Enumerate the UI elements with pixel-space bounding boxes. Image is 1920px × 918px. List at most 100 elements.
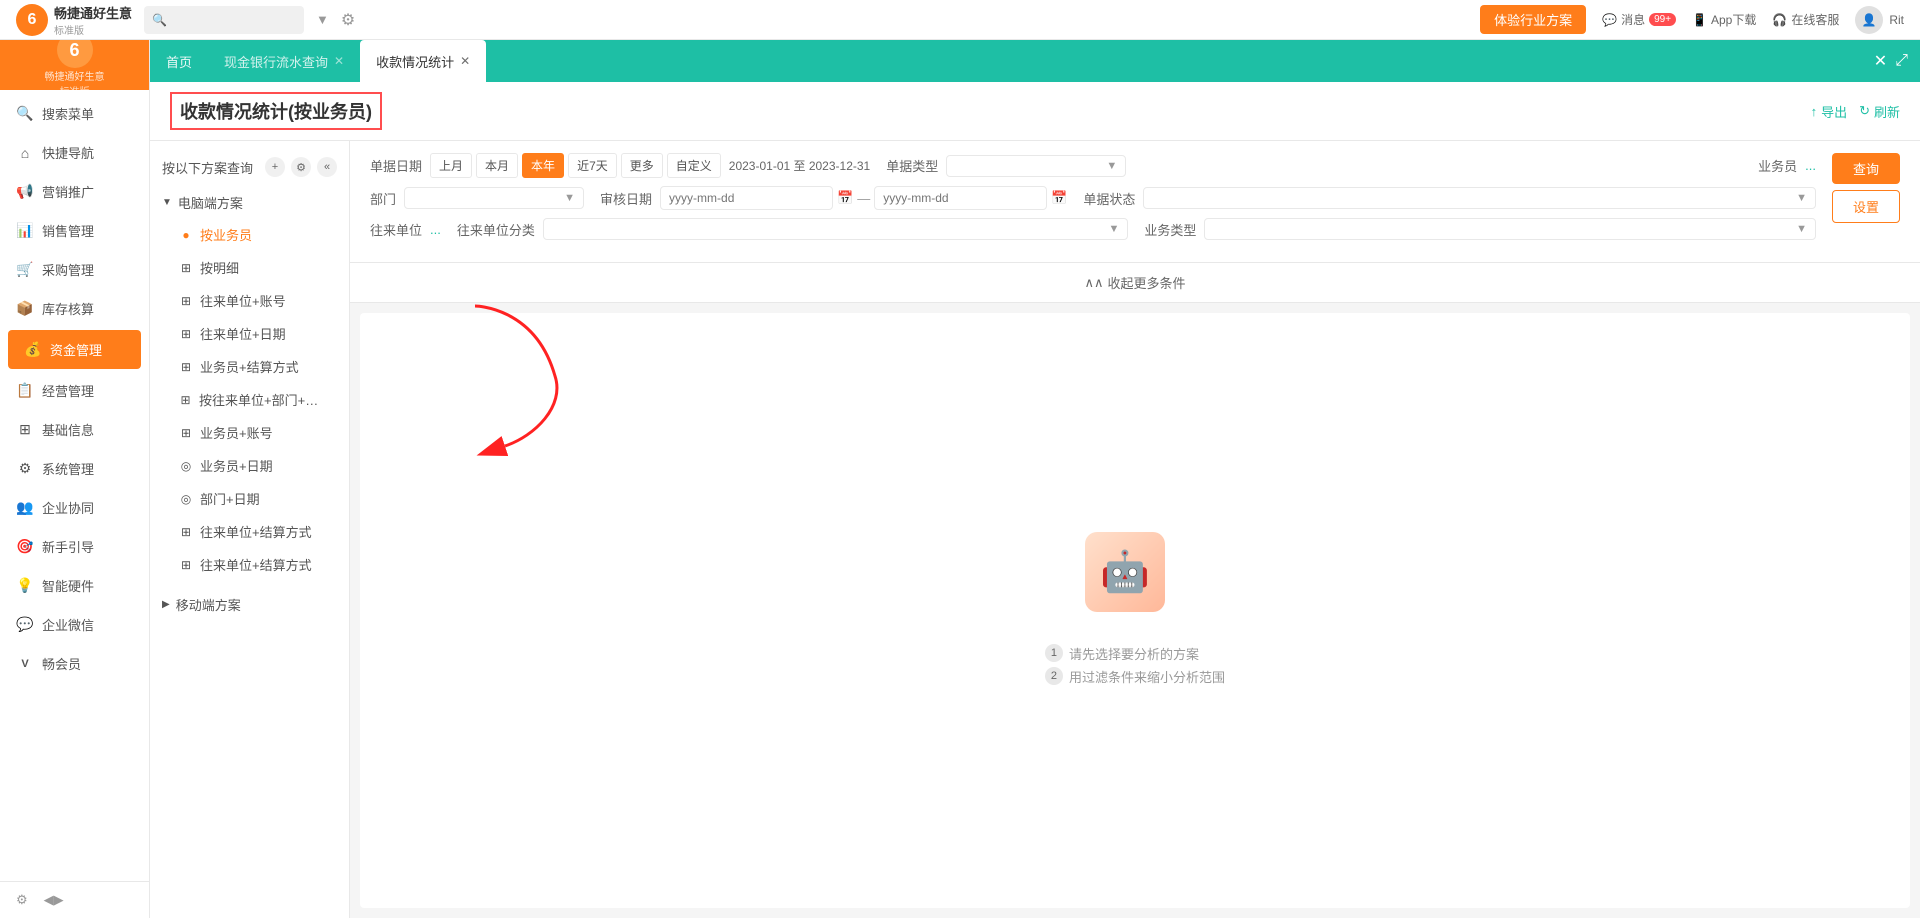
sidebar-item-label: 畅会员: [42, 654, 81, 673]
scheme-settings-btn[interactable]: ⚙: [291, 157, 311, 177]
sidebar-item-member[interactable]: V 畅会员: [0, 644, 149, 683]
date-btn-thismonth[interactable]: 本月: [476, 153, 518, 178]
calendar-end-icon[interactable]: 📅: [1051, 190, 1067, 206]
main-content: 单据日期 上月 本月 本年 近7天 更多 自定义: [350, 141, 1920, 918]
voucher-type-label: 单据类型: [886, 156, 938, 175]
messages-btn[interactable]: 💬 消息 99+: [1602, 11, 1676, 28]
app-download-btn[interactable]: 📱 App下载: [1692, 11, 1756, 28]
scheme-salesperson-account[interactable]: ⊞ 业务员+账号: [150, 416, 349, 449]
filter-sidebar-header: 按以下方案查询 + ⚙ «: [150, 151, 349, 183]
sidebar-logo-text: 畅捷通好生意: [45, 68, 105, 83]
sidebar-item-label: 系统管理: [42, 459, 94, 478]
scheme-by-salesperson[interactable]: ● 按业务员: [150, 218, 349, 251]
scheme-counterpart-settlement2[interactable]: ⊞ 往来单位+结算方式: [150, 548, 349, 581]
trial-button[interactable]: 体验行业方案: [1480, 5, 1586, 34]
scheme-dept-date[interactable]: ◎ 部门+日期: [150, 482, 349, 515]
query-button[interactable]: 查询: [1832, 153, 1900, 184]
scheme-salesperson-date[interactable]: ◎ 业务员+日期: [150, 449, 349, 482]
tab-close-cashflow[interactable]: ✕: [334, 54, 344, 68]
content-area: 首页 现金银行流水查询 ✕ 收款情况统计 ✕ ✕ ⤢ 收款情况统计(按业务员): [150, 40, 1920, 918]
voucher-status-label: 单据状态: [1083, 189, 1135, 208]
scheme-counterpart-account[interactable]: ⊞ 往来单位+账号: [150, 284, 349, 317]
sidebar-item-collab[interactable]: 👥 企业协同: [0, 488, 149, 527]
date-btn-7days[interactable]: 近7天: [568, 153, 617, 178]
collapse-sidebar-icon[interactable]: ◀▶: [44, 892, 64, 908]
mobile-group-title[interactable]: ▶ 移动端方案: [150, 589, 349, 620]
sidebar-item-purchase[interactable]: 🛒 采购管理: [0, 250, 149, 289]
sidebar-item-guide[interactable]: 🎯 新手引导: [0, 527, 149, 566]
desktop-group-title[interactable]: ▼ 电脑端方案: [150, 187, 349, 218]
export-button[interactable]: ↑ 导出: [1811, 102, 1848, 121]
top-search[interactable]: 🔍: [144, 6, 304, 34]
review-date-start-input[interactable]: [660, 186, 833, 210]
dept-select[interactable]: ▼: [404, 187, 584, 209]
sidebar-item-inventory[interactable]: 📦 库存核算: [0, 289, 149, 328]
sidebar-item-hardware[interactable]: 💡 智能硬件: [0, 566, 149, 605]
collab-icon: 👥: [16, 499, 34, 517]
sidebar-item-label: 采购管理: [42, 260, 94, 279]
add-scheme-btn[interactable]: +: [265, 157, 285, 177]
business-type-select[interactable]: ▼: [1204, 218, 1816, 240]
body-area: 按以下方案查询 + ⚙ « ▼ 电脑端方案 ●: [150, 141, 1920, 918]
scheme-counterpart-date[interactable]: ⊞ 往来单位+日期: [150, 317, 349, 350]
refresh-button[interactable]: ↻ 刷新: [1859, 102, 1900, 121]
sp-date-icon: ◎: [178, 458, 194, 474]
sidebar-logo-icon: 6: [57, 40, 93, 68]
sidebar-item-operations[interactable]: 📋 经营管理: [0, 371, 149, 410]
message-icon: 💬: [1602, 13, 1617, 27]
counterpart-category-label: 往来单位分类: [457, 220, 535, 239]
collapse-bar[interactable]: ∧∧ 收起更多条件: [350, 263, 1920, 303]
collapse-button[interactable]: ∧∧ 收起更多条件: [1084, 273, 1185, 292]
counterpart-more-btn[interactable]: ...: [430, 222, 441, 237]
wechat-icon: 💬: [16, 616, 34, 634]
sidebar-item-basicinfo[interactable]: ⊞ 基础信息: [0, 410, 149, 449]
tab-cashflow[interactable]: 现金银行流水查询 ✕: [208, 40, 360, 82]
message-badge: 99+: [1649, 13, 1676, 26]
tab-receivables[interactable]: 收款情况统计 ✕: [360, 40, 486, 82]
scheme-counterpart-dept-collect[interactable]: ⊞ 按往来单位+部门+收...: [150, 383, 349, 416]
counterpart-category-select[interactable]: ▼: [543, 218, 1129, 240]
sidebar-item-label: 基础信息: [42, 420, 94, 439]
calendar-start-icon[interactable]: 📅: [837, 190, 853, 206]
scheme-salesperson-settlement[interactable]: ⊞ 业务员+结算方式: [150, 350, 349, 383]
date-filter: 单据日期 上月 本月 本年 近7天 更多 自定义: [370, 153, 870, 178]
sidebar-item-finance[interactable]: 💰 资金管理: [8, 330, 141, 369]
sidebar-item-search[interactable]: 🔍 搜索菜单: [0, 94, 149, 133]
voucher-type-select[interactable]: ▼: [946, 155, 1126, 177]
voucher-status-select[interactable]: ▼: [1143, 187, 1816, 209]
tab-home[interactable]: 首页: [150, 40, 208, 82]
tab-close-receivables[interactable]: ✕: [460, 54, 470, 68]
tab-fullscreen-icon[interactable]: ⤢: [1895, 52, 1908, 70]
collapse-scheme-btn[interactable]: «: [317, 157, 337, 177]
sidebar-item-system[interactable]: ⚙ 系统管理: [0, 449, 149, 488]
home-icon: ⌂: [16, 144, 34, 162]
scheme-by-detail[interactable]: ⊞ 按明细: [150, 251, 349, 284]
page-header: 收款情况统计(按业务员) ↑ 导出 ↻ 刷新: [150, 82, 1920, 141]
filter-sidebar: 按以下方案查询 + ⚙ « ▼ 电脑端方案 ●: [150, 141, 350, 918]
date-btn-lastmonth[interactable]: 上月: [430, 153, 472, 178]
sidebar-item-quicknav[interactable]: ⌂ 快捷导航: [0, 133, 149, 172]
sidebar-item-sales[interactable]: 📊 销售管理: [0, 211, 149, 250]
filter-row-3a: 往来单位 ... 往来单位分类 ▼: [370, 218, 1816, 240]
dropdown-arrow[interactable]: ▼: [316, 12, 329, 27]
mobile-expand-arrow: ▶: [162, 599, 170, 610]
settings-button[interactable]: 设置: [1832, 190, 1900, 223]
review-date-end-input[interactable]: [874, 186, 1047, 210]
brand-version: 标准版: [54, 22, 132, 37]
salesperson-more-btn[interactable]: ...: [1805, 158, 1816, 173]
scheme-counterpart-settlement1[interactable]: ⊞ 往来单位+结算方式: [150, 515, 349, 548]
sidebar-item-marketing[interactable]: 📢 营销推广: [0, 172, 149, 211]
settings-icon[interactable]: ⚙: [341, 10, 355, 30]
sidebar-menu: 🔍 搜索菜单 ⌂ 快捷导航 📢 营销推广 📊 销售管理 🛒 采购管理: [0, 90, 149, 881]
date-btn-thisyear[interactable]: 本年: [522, 153, 564, 178]
brand-logo: 6: [16, 4, 48, 36]
top-bar-right: 体验行业方案 💬 消息 99+ 📱 App下载 🎧 在线客服 👤 Rit: [1480, 5, 1904, 34]
date-btn-more[interactable]: 更多: [621, 153, 663, 178]
cs1-icon: ⊞: [178, 524, 194, 540]
online-service-btn[interactable]: 🎧 在线客服: [1772, 11, 1839, 28]
tab-close-all-icon[interactable]: ✕: [1874, 51, 1887, 71]
brand-name: 畅捷通好生意: [54, 3, 132, 22]
date-btn-custom[interactable]: 自定义: [667, 153, 721, 178]
settings-footer-icon[interactable]: ⚙: [16, 892, 28, 908]
sidebar-item-wechat[interactable]: 💬 企业微信: [0, 605, 149, 644]
